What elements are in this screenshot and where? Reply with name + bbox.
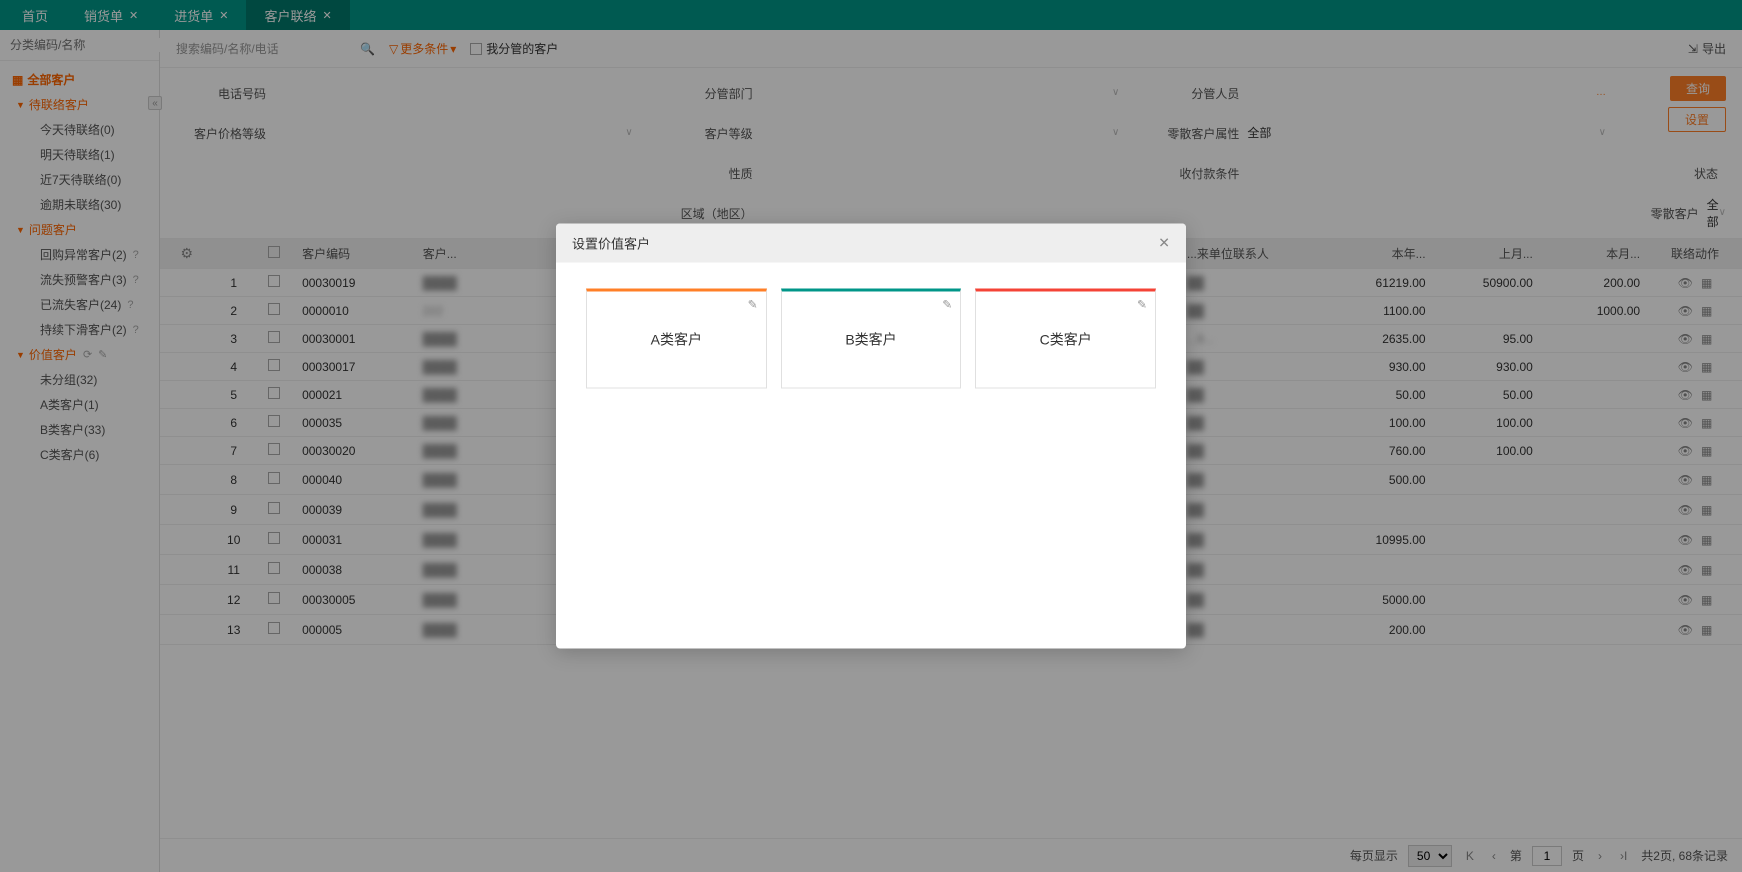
value-customer-card[interactable]: ✎ A类客户	[586, 289, 767, 389]
edit-icon[interactable]: ✎	[942, 298, 952, 312]
value-card-label: A类客户	[651, 330, 702, 350]
value-customer-modal: 设置价值客户 ✕ ✎ A类客户 ✎ B类客户 ✎ C类客户	[556, 224, 1186, 649]
value-card-label: B类客户	[845, 330, 896, 350]
value-customer-card[interactable]: ✎ C类客户	[975, 289, 1156, 389]
value-customer-card[interactable]: ✎ B类客户	[781, 289, 962, 389]
modal-body: ✎ A类客户 ✎ B类客户 ✎ C类客户	[556, 263, 1186, 649]
modal-header: 设置价值客户 ✕	[556, 224, 1186, 263]
modal-title: 设置价值客户	[572, 234, 650, 253]
modal-close-button[interactable]: ✕	[1158, 235, 1170, 252]
edit-icon[interactable]: ✎	[748, 298, 758, 312]
value-card-label: C类客户	[1040, 330, 1092, 350]
edit-icon[interactable]: ✎	[1137, 298, 1147, 312]
